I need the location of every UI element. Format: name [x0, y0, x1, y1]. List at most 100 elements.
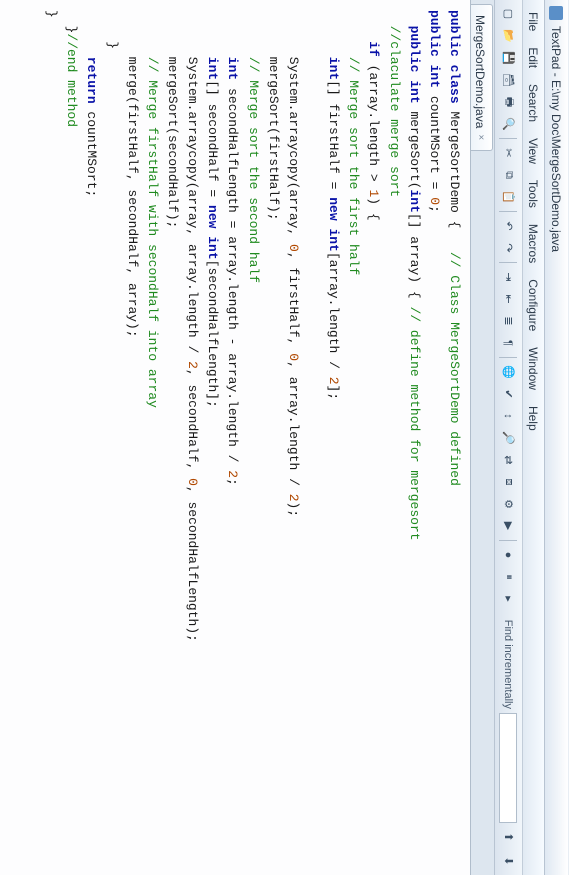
new-icon[interactable]: ▢: [499, 4, 519, 24]
code-text: System.arraycopy(array,: [286, 10, 301, 244]
code-text: // Class MergeSortDemo defined: [447, 228, 462, 485]
code-text: int: [205, 10, 220, 80]
code-text: // Merge sort the second half: [246, 10, 261, 283]
toolbar: ▢ 📂 💾 🗃 🖶 🔍 ✂ ⧉ 📋 ↶ ↷ ⇥ ⇤ ≣ ¶ 🌐 ✔ ↕ 🔎 ⇄ …: [494, 0, 522, 875]
code-text: if: [366, 10, 381, 57]
code-text: 0: [286, 244, 301, 252]
paste-icon[interactable]: 📋: [499, 187, 519, 207]
wrap-icon[interactable]: ≣: [499, 311, 519, 331]
separator: [500, 262, 518, 263]
find-box: Find incrementally ⬆ ⬇: [499, 620, 519, 871]
window-title: TextPad - E:\my Doc\MergeSortDemo.java: [550, 26, 564, 252]
compare-icon[interactable]: ⧈: [499, 472, 519, 492]
menu-tools[interactable]: Tools: [525, 172, 543, 216]
code-text: new: [326, 197, 341, 220]
code-text: , array.length /: [286, 361, 301, 494]
code-editor[interactable]: public class MergeSortDemo { // Class Me…: [0, 0, 470, 875]
outdent-icon[interactable]: ⇤: [499, 289, 519, 309]
tab-mergesortdemo[interactable]: MergeSortDemo.java ×: [471, 4, 493, 151]
separator: [500, 357, 518, 358]
menu-configure[interactable]: Configure: [525, 271, 543, 339]
code-text: mergeSort(firstHalf);: [266, 10, 281, 221]
code-text: [array.length /: [326, 252, 341, 377]
separator: [500, 540, 518, 541]
print-icon[interactable]: 🖶: [499, 92, 519, 112]
saveall-icon[interactable]: 🗃: [499, 70, 519, 90]
find-icon[interactable]: 🔎: [499, 428, 519, 448]
code-text: ) {: [366, 197, 381, 220]
spell-icon[interactable]: ✔: [499, 384, 519, 404]
code-text: class: [447, 57, 462, 104]
save-icon[interactable]: 💾: [499, 48, 519, 68]
para-icon[interactable]: ¶: [499, 333, 519, 353]
code-text: 2: [326, 377, 341, 385]
code-text: int: [427, 57, 442, 88]
record-icon[interactable]: ●: [499, 545, 519, 565]
code-text: , secondHalf,: [185, 369, 200, 478]
globe-icon[interactable]: 🌐: [499, 362, 519, 382]
separator: [500, 138, 518, 139]
code-text: int: [225, 10, 240, 80]
code-text: //claculate merge sort: [387, 10, 402, 197]
run-icon[interactable]: ▶: [499, 516, 519, 536]
titlebar: TextPad - E:\my Doc\MergeSortDemo.java: [544, 0, 568, 875]
code-text: int: [407, 189, 422, 212]
menu-file[interactable]: File: [525, 4, 543, 39]
code-text: ;: [427, 205, 442, 213]
code-text: // define method for mergesort: [407, 299, 422, 541]
find-label: Find incrementally: [503, 620, 515, 709]
code-text: mergeSort(: [407, 104, 422, 190]
tools-icon[interactable]: ⚙: [499, 494, 519, 514]
preview-icon[interactable]: 🔍: [499, 114, 519, 134]
replace-icon[interactable]: ⇄: [499, 450, 519, 470]
find-input[interactable]: [500, 713, 518, 823]
code-text: [] secondHalf =: [205, 80, 220, 205]
code-text: [] firstHalf =: [326, 80, 341, 197]
code-text: // Merge firstHalf with secondHalf into …: [145, 10, 160, 408]
menu-view[interactable]: View: [525, 130, 543, 172]
tabbar: MergeSortDemo.java ×: [470, 0, 494, 875]
code-text: return: [84, 10, 99, 104]
code-text: int: [205, 228, 220, 259]
code-text: public: [407, 10, 422, 72]
code-text: // Merge sort the first half: [346, 10, 361, 275]
code-text: int: [326, 221, 341, 252]
pause-icon[interactable]: ⏸: [499, 567, 519, 587]
play-icon[interactable]: ▸: [499, 589, 519, 609]
find-next-icon[interactable]: ⬇: [499, 851, 519, 871]
code-text: 2: [286, 494, 301, 502]
close-icon[interactable]: ×: [475, 134, 486, 140]
code-text: int: [407, 72, 422, 103]
code-text: merge(firstHalf, secondHalf, array);: [125, 10, 140, 338]
code-text: public: [447, 10, 462, 57]
menu-window[interactable]: Window: [525, 339, 543, 398]
cut-icon[interactable]: ✂: [499, 143, 519, 163]
code-text: 0: [286, 353, 301, 361]
code-text: 0: [185, 478, 200, 486]
copy-icon[interactable]: ⧉: [499, 165, 519, 185]
indent-icon[interactable]: ⇥: [499, 267, 519, 287]
code-text: [] array) {: [407, 213, 422, 299]
open-icon[interactable]: 📂: [499, 26, 519, 46]
code-text: //end method: [64, 33, 79, 127]
code-text: ];: [326, 385, 341, 401]
sort-icon[interactable]: ↕: [499, 406, 519, 426]
menu-edit[interactable]: Edit: [525, 39, 543, 76]
code-text: ;: [225, 478, 240, 486]
code-text: [secondHalfLength];: [205, 260, 220, 408]
undo-icon[interactable]: ↶: [499, 216, 519, 236]
code-text: }: [105, 10, 120, 49]
code-text: , firstHalf,: [286, 252, 301, 353]
code-text: countMSort =: [427, 88, 442, 197]
code-text: System.arraycopy(array, array.length /: [185, 10, 200, 361]
find-prev-icon[interactable]: ⬆: [499, 827, 519, 847]
code-text: (array.length >: [366, 57, 381, 190]
menu-search[interactable]: Search: [525, 76, 543, 130]
menu-macros[interactable]: Macros: [525, 216, 543, 271]
redo-icon[interactable]: ↷: [499, 238, 519, 258]
code-text: 0: [427, 197, 442, 205]
code-text: }: [64, 10, 79, 33]
code-text: mergeSort(secondHalf);: [165, 10, 180, 228]
code-text: }: [44, 10, 59, 18]
menu-help[interactable]: Help: [525, 398, 543, 439]
